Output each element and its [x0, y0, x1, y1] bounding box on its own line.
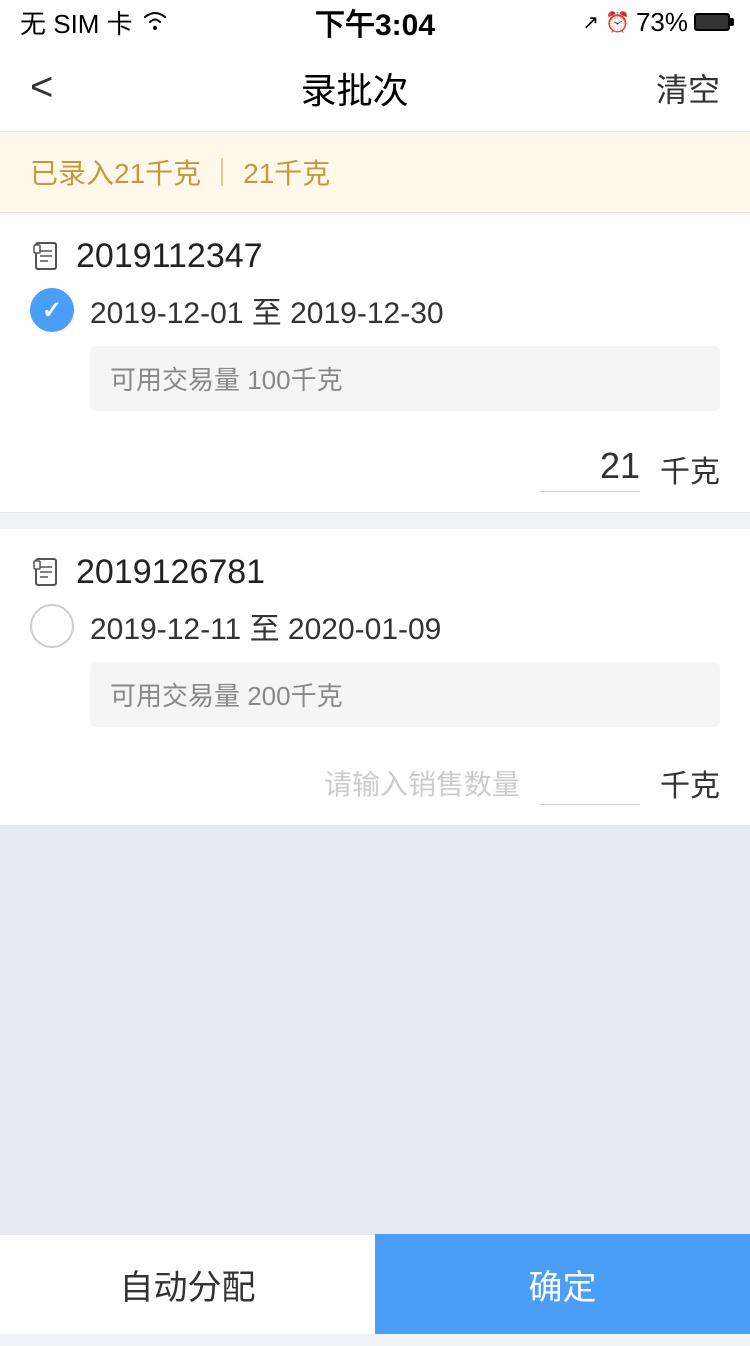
status-time: 下午3:04	[315, 0, 435, 44]
batch-1-id: 2019112347	[76, 237, 263, 276]
clear-button[interactable]: 清空	[656, 65, 720, 111]
batch-2-available: 可用交易量 200千克	[90, 662, 720, 727]
batch-item-2[interactable]: 2019126781 2019-12-11 至 2020-01-09 可用交易量…	[0, 529, 750, 826]
confirm-button[interactable]: 确定	[375, 1234, 750, 1334]
batch-2-quantity-input[interactable]	[540, 762, 640, 805]
separator-1	[0, 513, 750, 529]
status-left: 无 SIM 卡	[20, 4, 169, 41]
summary-bar: 已录入21千克 21千克	[0, 132, 750, 213]
status-right: ↗ ⏰ 73%	[582, 7, 730, 38]
batch-item-1[interactable]: 2019112347 2019-12-01 至 2019-12-30 可用交易量…	[0, 213, 750, 513]
battery-percent: 73%	[636, 7, 688, 38]
nav-bar: < 录批次 清空	[0, 44, 750, 132]
batch-1-radio[interactable]	[30, 288, 74, 332]
wifi-icon	[141, 7, 169, 38]
page-title: 录批次	[301, 62, 409, 114]
location-icon: ↗	[582, 10, 599, 35]
batch-2-input-row[interactable]: 请输入销售数量 千克	[0, 751, 750, 826]
doc-icon-1	[30, 239, 66, 275]
back-button[interactable]: <	[30, 65, 53, 110]
batch-1-quantity-input[interactable]	[540, 445, 640, 492]
auto-distribute-button[interactable]: 自动分配	[0, 1234, 375, 1334]
doc-icon-2	[30, 555, 66, 591]
batch-1-unit: 千克	[660, 447, 720, 491]
batch-1-header: 2019112347	[30, 237, 720, 276]
battery-icon	[694, 13, 730, 31]
footer: 自动分配 确定	[0, 1234, 750, 1334]
batch-2-date: 2019-12-11 至 2020-01-09	[90, 604, 441, 648]
batch-2-radio[interactable]	[30, 604, 74, 648]
summary-amount: 21千克	[243, 152, 330, 192]
carrier-text: 无 SIM 卡	[20, 4, 133, 41]
empty-area	[0, 826, 750, 1246]
batch-2-date-row[interactable]: 2019-12-11 至 2020-01-09	[30, 604, 720, 648]
summary-label: 已录入21千克	[30, 152, 201, 192]
summary-divider	[221, 158, 223, 186]
alarm-icon: ⏰	[605, 10, 630, 35]
status-bar: 无 SIM 卡 下午3:04 ↗ ⏰ 73%	[0, 0, 750, 44]
batch-2-unit: 千克	[660, 761, 720, 805]
batch-1-date-row[interactable]: 2019-12-01 至 2019-12-30	[30, 288, 720, 332]
batch-2-header: 2019126781	[30, 553, 720, 592]
batch-2-input-placeholder: 请输入销售数量	[30, 763, 520, 803]
batch-1-input-row[interactable]: 千克	[0, 435, 750, 513]
batch-2-id: 2019126781	[76, 553, 265, 592]
batch-1-date: 2019-12-01 至 2019-12-30	[90, 288, 444, 332]
batch-1-available: 可用交易量 100千克	[90, 346, 720, 411]
